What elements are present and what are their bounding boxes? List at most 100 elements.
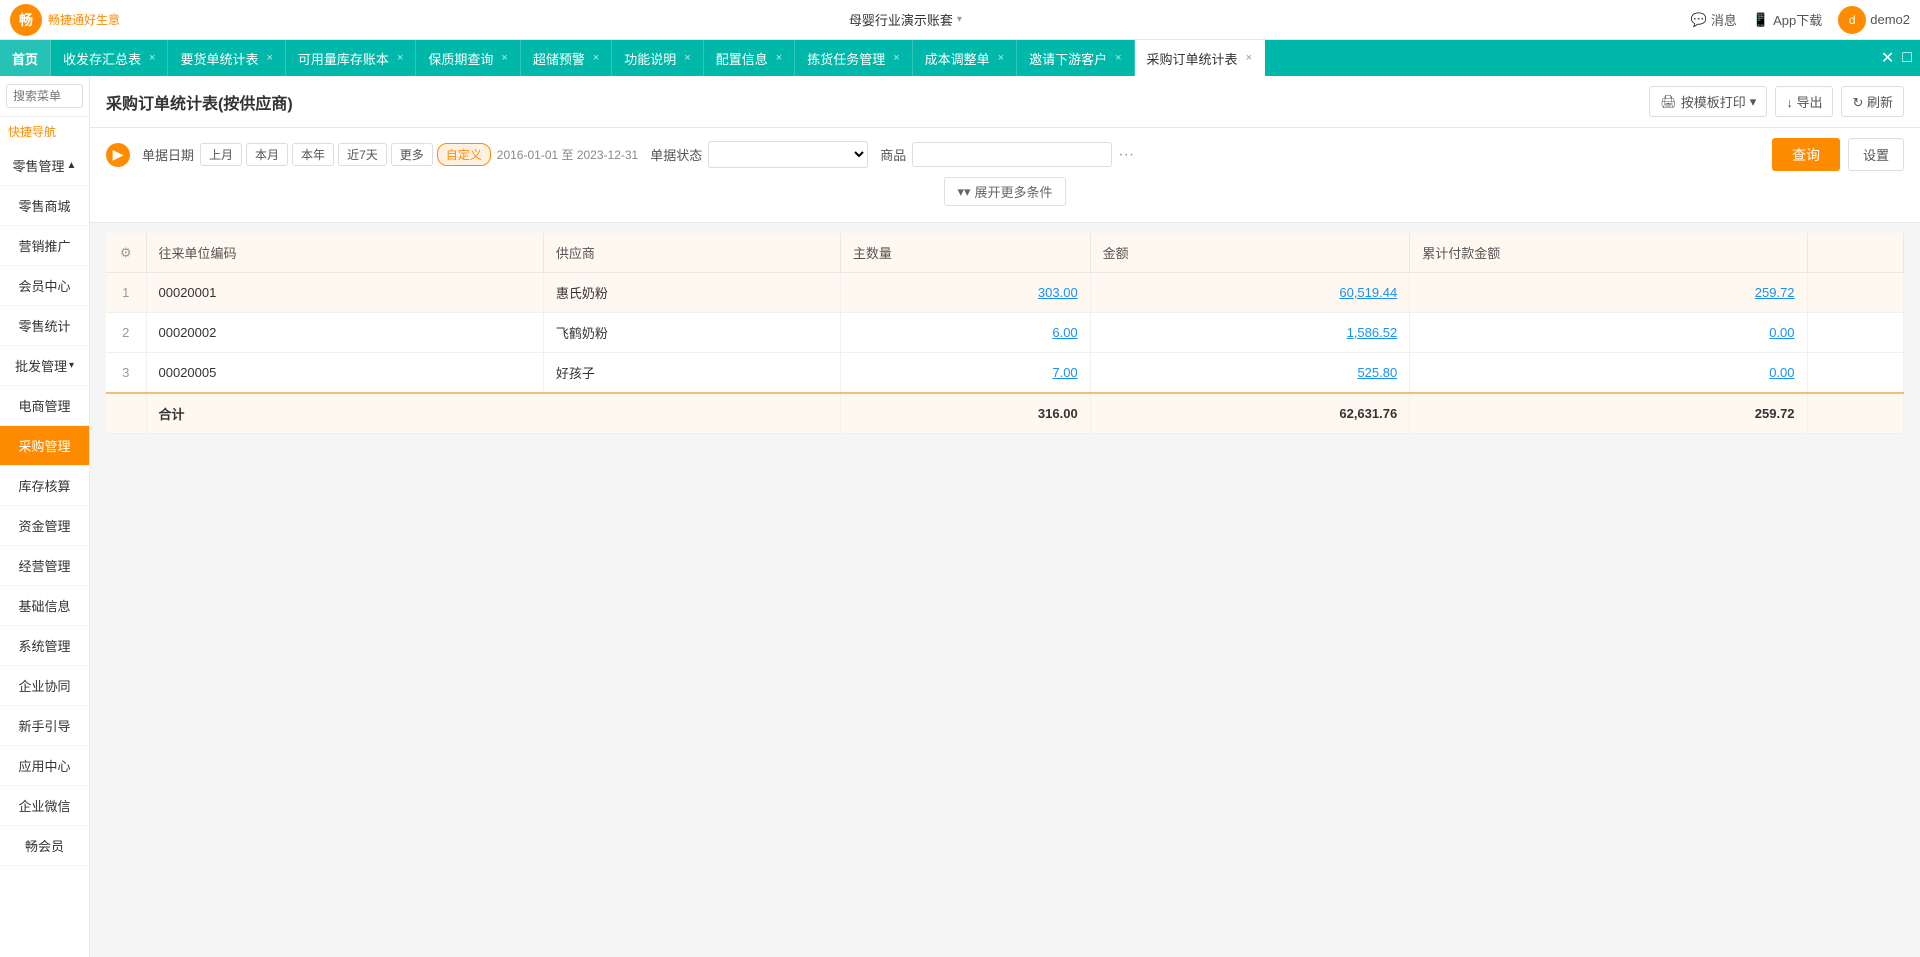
- row-amount[interactable]: 1,586.52: [1090, 313, 1410, 353]
- tab-tuohuo-close[interactable]: ×: [893, 52, 899, 64]
- tab-caigou[interactable]: 采购订单统计表 ×: [1135, 40, 1265, 76]
- logo-icon: 畅: [10, 4, 42, 36]
- table-area: ⚙ 往来单位编码 供应商 主数量 金额 累计付款金额 1 00020001: [90, 223, 1920, 957]
- tab-close-all[interactable]: ✕: [1881, 48, 1894, 68]
- tab-gongneng-close[interactable]: ×: [684, 52, 690, 64]
- tab-home[interactable]: 首页: [0, 40, 51, 76]
- workspace-selector[interactable]: 母婴行业演示账套 ▾: [849, 10, 962, 29]
- sidebar-item-purchase[interactable]: 采购管理: [0, 426, 89, 466]
- sidebar-item-vip[interactable]: 畅会员: [0, 826, 89, 866]
- sidebar-item-basic[interactable]: 基础信息: [0, 586, 89, 626]
- tab-keyongliang[interactable]: 可用量库存账本 ×: [286, 40, 416, 76]
- filter-row-1: ▶ 单据日期 上月 本月 本年 近7天 更多 自定义 2016-01-01 至 …: [106, 138, 1904, 171]
- row-paid[interactable]: 0.00: [1410, 313, 1807, 353]
- row-paid[interactable]: 259.72: [1410, 273, 1807, 313]
- sidebar-item-newguide[interactable]: 新手引导: [0, 706, 89, 746]
- shortcut-7days[interactable]: 近7天: [338, 143, 387, 166]
- expand-more-button[interactable]: ▾▾ 展开更多条件: [944, 177, 1065, 206]
- sidebar-item-ecommerce[interactable]: 电商管理: [0, 386, 89, 426]
- col-settings-icon[interactable]: ⚙: [120, 245, 132, 260]
- sidebar-item-corpwechat[interactable]: 企业微信: [0, 786, 89, 826]
- sidebar-item-wholesale[interactable]: 批发管理 ▾: [0, 346, 89, 386]
- row-qty[interactable]: 6.00: [840, 313, 1090, 353]
- user-area[interactable]: d demo2: [1838, 6, 1910, 34]
- shortcut-more[interactable]: 更多: [391, 143, 433, 166]
- search-input[interactable]: [6, 84, 83, 108]
- sidebar-item-retail-store[interactable]: 零售商城: [0, 186, 89, 226]
- shortcut-this-year[interactable]: 本年: [292, 143, 334, 166]
- tab-keyongliang-close[interactable]: ×: [397, 52, 403, 64]
- sidebar-item-operation[interactable]: 经营管理: [0, 546, 89, 586]
- sidebar-item-retail-mgmt[interactable]: 零售管理 ▲: [0, 146, 89, 186]
- avatar-initials: d: [1849, 13, 1856, 27]
- date-shortcuts: 上月 本月 本年 近7天 更多 自定义: [200, 143, 491, 166]
- tab-chengben[interactable]: 成本调整单 ×: [913, 40, 1017, 76]
- tab-baoshanqi[interactable]: 保质期查询 ×: [416, 40, 520, 76]
- tab-yaoqing-close[interactable]: ×: [1115, 52, 1121, 64]
- shortcut-this-month[interactable]: 本月: [246, 143, 288, 166]
- row-extra: [1807, 273, 1903, 313]
- shortcut-last-month[interactable]: 上月: [200, 143, 242, 166]
- tab-chaochuyujing[interactable]: 超储预警 ×: [521, 40, 612, 76]
- footer-label: 合计: [146, 393, 840, 434]
- sidebar-item-retail-stat[interactable]: 零售统计: [0, 306, 89, 346]
- footer-qty: 316.00: [840, 393, 1090, 434]
- tab-caigou-label: 采购订单统计表: [1147, 49, 1238, 68]
- row-code: 00020005: [146, 353, 543, 394]
- row-qty[interactable]: 7.00: [840, 353, 1090, 394]
- footer-row: 合计 316.00 62,631.76 259.72: [106, 393, 1904, 434]
- status-select[interactable]: [708, 141, 868, 168]
- refresh-button[interactable]: ↻ 刷新: [1841, 86, 1904, 117]
- table-row: 2 00020002 飞鹤奶粉 6.00 1,586.52 0.00: [106, 313, 1904, 353]
- filter-toggle[interactable]: ▶: [106, 143, 130, 167]
- col-code: 往来单位编码: [146, 233, 543, 273]
- row-paid[interactable]: 0.00: [1410, 353, 1807, 394]
- tab-chengben-close[interactable]: ×: [998, 52, 1004, 64]
- tab-shoufashou[interactable]: 收发存汇总表 ×: [51, 40, 168, 76]
- message-label: 消息: [1711, 10, 1737, 29]
- tab-chaochuyujing-close[interactable]: ×: [593, 52, 599, 64]
- row-amount[interactable]: 525.80: [1090, 353, 1410, 394]
- quick-nav-label[interactable]: 快捷导航: [0, 117, 89, 146]
- sidebar-item-inventory[interactable]: 库存核算: [0, 466, 89, 506]
- vip-label: 畅会员: [25, 839, 64, 854]
- tab-gongneng[interactable]: 功能说明 ×: [612, 40, 703, 76]
- row-amount[interactable]: 60,519.44: [1090, 273, 1410, 313]
- tab-maximize[interactable]: □: [1902, 49, 1912, 67]
- query-button[interactable]: 查询: [1772, 138, 1840, 171]
- col-settings: ⚙: [106, 233, 146, 273]
- tab-peizhi-close[interactable]: ×: [776, 52, 782, 64]
- sidebar-item-appcenter[interactable]: 应用中心: [0, 746, 89, 786]
- system-label: 系统管理: [18, 639, 70, 654]
- member-label: 会员中心: [18, 279, 70, 294]
- sidebar-item-finance[interactable]: 资金管理: [0, 506, 89, 546]
- tab-tuohuo[interactable]: 拣货任务管理 ×: [795, 40, 912, 76]
- table-row: 1 00020001 惠氏奶粉 303.00 60,519.44 259.72: [106, 273, 1904, 313]
- tab-yaohuo[interactable]: 要货单统计表 ×: [168, 40, 285, 76]
- marketing-label: 营销推广: [18, 239, 70, 254]
- export-button[interactable]: ↓ 导出: [1775, 86, 1833, 117]
- refresh-label: 刷新: [1867, 95, 1893, 110]
- app-download-button[interactable]: 📱 App下载: [1753, 10, 1822, 29]
- tab-yaohuo-close[interactable]: ×: [266, 52, 272, 64]
- tab-yaoqing[interactable]: 邀请下游客户 ×: [1017, 40, 1134, 76]
- shortcut-custom[interactable]: 自定义: [437, 143, 491, 166]
- row-qty[interactable]: 303.00: [840, 273, 1090, 313]
- settings-button[interactable]: 设置: [1848, 138, 1904, 171]
- print-button[interactable]: 🖨 按模板打印 ▾: [1649, 86, 1767, 117]
- message-button[interactable]: 💬 消息: [1691, 10, 1737, 29]
- date-filter: 单据日期 上月 本月 本年 近7天 更多 自定义 2016-01-01 至 20…: [142, 143, 638, 166]
- sidebar-item-system[interactable]: 系统管理: [0, 626, 89, 666]
- goods-more-icon[interactable]: ···: [1118, 146, 1134, 164]
- row-num: 2: [106, 313, 146, 353]
- tab-caigou-close[interactable]: ×: [1246, 52, 1252, 64]
- goods-input[interactable]: [912, 142, 1112, 167]
- tab-baoshanqi-close[interactable]: ×: [501, 52, 507, 64]
- sidebar-item-marketing[interactable]: 营销推广: [0, 226, 89, 266]
- sidebar-item-enterprise[interactable]: 企业协同: [0, 666, 89, 706]
- purchase-label: 采购管理: [18, 439, 70, 454]
- tab-peizhi[interactable]: 配置信息 ×: [704, 40, 795, 76]
- tab-shoufashou-close[interactable]: ×: [149, 52, 155, 64]
- user-name: demo2: [1870, 12, 1910, 27]
- sidebar-item-member[interactable]: 会员中心: [0, 266, 89, 306]
